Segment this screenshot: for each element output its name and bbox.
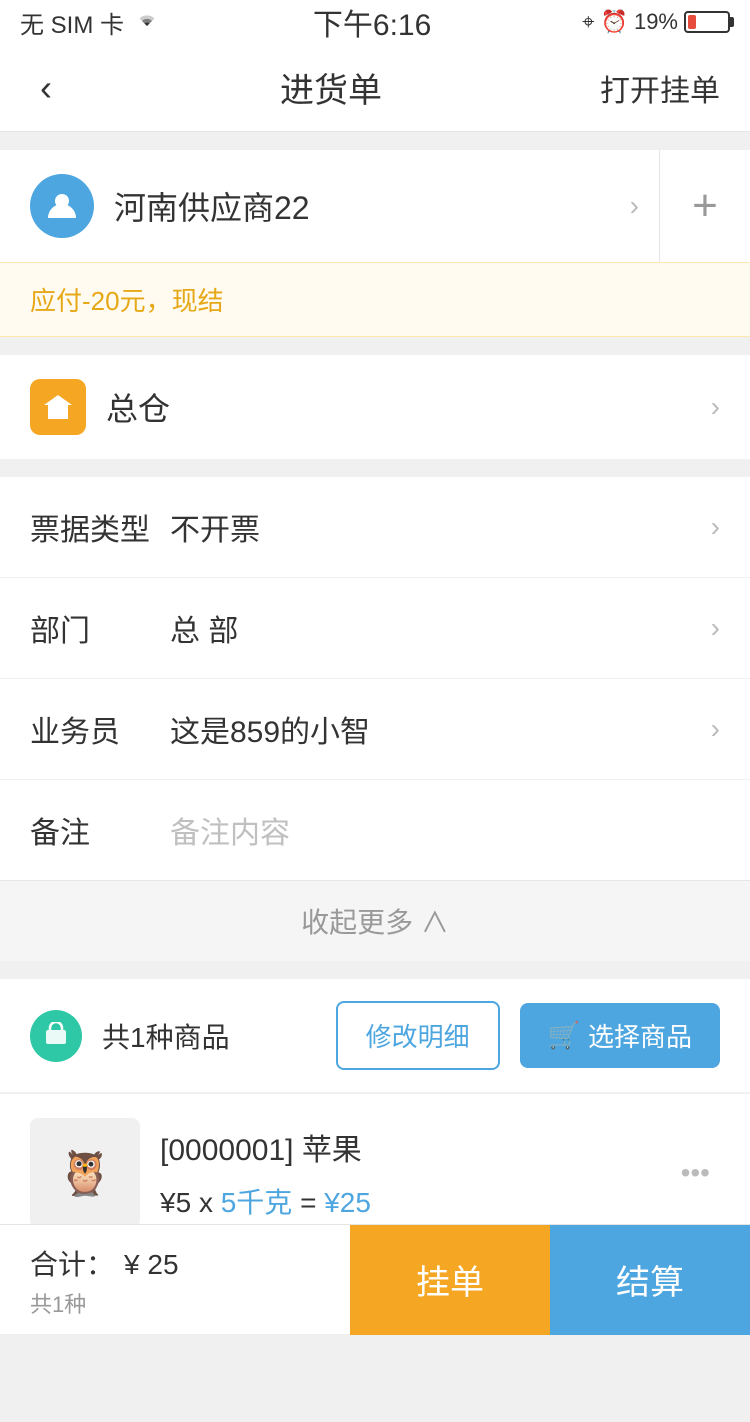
section-gap-4 bbox=[0, 961, 750, 979]
page-title: 进货单 bbox=[280, 63, 382, 112]
footer-bar: 合计： ¥ 25 共1种 挂单 结算 bbox=[0, 1224, 750, 1334]
invoice-value: 不开票 bbox=[170, 505, 701, 549]
total-label: 合计： bbox=[30, 1249, 114, 1280]
cart-icon bbox=[42, 1022, 70, 1050]
product-count-text: 共1种商品 bbox=[102, 1016, 316, 1056]
supplier-select[interactable]: 河南供应商22 › bbox=[0, 150, 660, 262]
total-count: 共1种 bbox=[30, 1287, 320, 1319]
chevron-right-icon: › bbox=[711, 713, 720, 745]
product-id: [0000001] bbox=[160, 1134, 293, 1167]
status-time: 下午6:16 bbox=[313, 0, 431, 44]
department-label: 部门 bbox=[30, 606, 170, 650]
battery-percent: 19% bbox=[634, 9, 678, 35]
section-gap-2 bbox=[0, 337, 750, 355]
product-count-icon bbox=[30, 1010, 82, 1062]
quantity: 5千克 bbox=[221, 1187, 293, 1218]
product-info: [0000001] 苹果 ¥5 x 5千克 = ¥25 bbox=[160, 1125, 651, 1221]
location-icon: ⌖ bbox=[582, 9, 594, 35]
invoice-row[interactable]: 票据类型 不开票 › bbox=[0, 477, 750, 578]
nav-bar: ‹ 进货单 打开挂单 bbox=[0, 44, 750, 132]
product-name: [0000001] 苹果 bbox=[160, 1125, 651, 1169]
department-row[interactable]: 部门 总 部 › bbox=[0, 578, 750, 679]
person-icon bbox=[44, 188, 80, 224]
remark-label: 备注 bbox=[30, 808, 170, 852]
department-value: 总 部 bbox=[170, 606, 701, 650]
add-supplier-button[interactable]: + bbox=[660, 150, 750, 262]
product-more-button[interactable]: ••• bbox=[671, 1147, 720, 1199]
chevron-right-icon: › bbox=[711, 612, 720, 644]
open-pending-button[interactable]: 打开挂单 bbox=[600, 66, 720, 110]
warehouse-icon bbox=[30, 379, 86, 435]
product-thumbnail: 🦉 bbox=[30, 1118, 140, 1228]
alarm-icon: ⏰ bbox=[601, 9, 628, 35]
select-product-label: 选择商品 bbox=[588, 1017, 692, 1054]
product-title-text: 苹果 bbox=[302, 1134, 362, 1167]
select-product-button[interactable]: 🛒 选择商品 bbox=[520, 1003, 720, 1068]
supplier-name: 河南供应商22 bbox=[114, 183, 620, 229]
remark-row[interactable]: 备注 备注内容 bbox=[0, 780, 750, 880]
chevron-right-icon: › bbox=[630, 190, 639, 222]
status-right: ⌖ ⏰ 19% bbox=[582, 9, 730, 35]
form-section: 票据类型 不开票 › 部门 总 部 › 业务员 这是859的小智 › 备注 备注… bbox=[0, 477, 750, 880]
chevron-right-icon: › bbox=[711, 391, 720, 423]
battery-icon bbox=[684, 11, 730, 33]
wifi-icon bbox=[132, 8, 162, 37]
line-total: ¥25 bbox=[324, 1187, 371, 1218]
warehouse-select[interactable]: 总仓 › bbox=[0, 355, 750, 459]
edit-detail-button[interactable]: 修改明细 bbox=[336, 1001, 500, 1070]
multiply-sign: x bbox=[199, 1187, 221, 1218]
supplier-section: 河南供应商22 › + bbox=[0, 150, 750, 262]
house-icon bbox=[42, 391, 74, 423]
total-amount: 合计： ¥ 25 bbox=[30, 1241, 320, 1283]
remark-value[interactable]: 备注内容 bbox=[170, 808, 720, 852]
salesperson-label: 业务员 bbox=[30, 707, 170, 751]
select-product-icon: 🛒 bbox=[548, 1020, 580, 1051]
salesperson-value: 这是859的小智 bbox=[170, 707, 701, 751]
footer-total: 合计： ¥ 25 共1种 bbox=[0, 1241, 350, 1319]
product-price: ¥5 x 5千克 = ¥25 bbox=[160, 1181, 651, 1221]
section-gap-1 bbox=[0, 132, 750, 150]
status-left: 无 SIM 卡 bbox=[20, 5, 162, 40]
invoice-label: 票据类型 bbox=[30, 505, 170, 549]
section-gap-3 bbox=[0, 459, 750, 477]
chevron-right-icon: › bbox=[711, 511, 720, 543]
status-bar: 无 SIM 卡 下午6:16 ⌖ ⏰ 19% bbox=[0, 0, 750, 44]
equals-sign: = bbox=[300, 1187, 324, 1218]
product-logo: 🦉 bbox=[58, 1147, 113, 1199]
back-button[interactable]: ‹ bbox=[30, 57, 62, 119]
salesperson-row[interactable]: 业务员 这是859的小智 › bbox=[0, 679, 750, 780]
warehouse-name: 总仓 bbox=[106, 384, 701, 430]
product-header: 共1种商品 修改明细 🛒 选择商品 bbox=[0, 979, 750, 1092]
unit-price: ¥5 bbox=[160, 1187, 191, 1218]
supplier-avatar bbox=[30, 174, 94, 238]
supplier-notice: 应付-20元，现结 bbox=[0, 262, 750, 337]
checkout-button[interactable]: 结算 bbox=[550, 1225, 750, 1335]
sim-status: 无 SIM 卡 bbox=[20, 5, 124, 40]
collapse-button[interactable]: 收起更多 ∧ bbox=[0, 880, 750, 961]
total-value: ¥ 25 bbox=[124, 1249, 179, 1280]
hang-button[interactable]: 挂单 bbox=[350, 1225, 550, 1335]
